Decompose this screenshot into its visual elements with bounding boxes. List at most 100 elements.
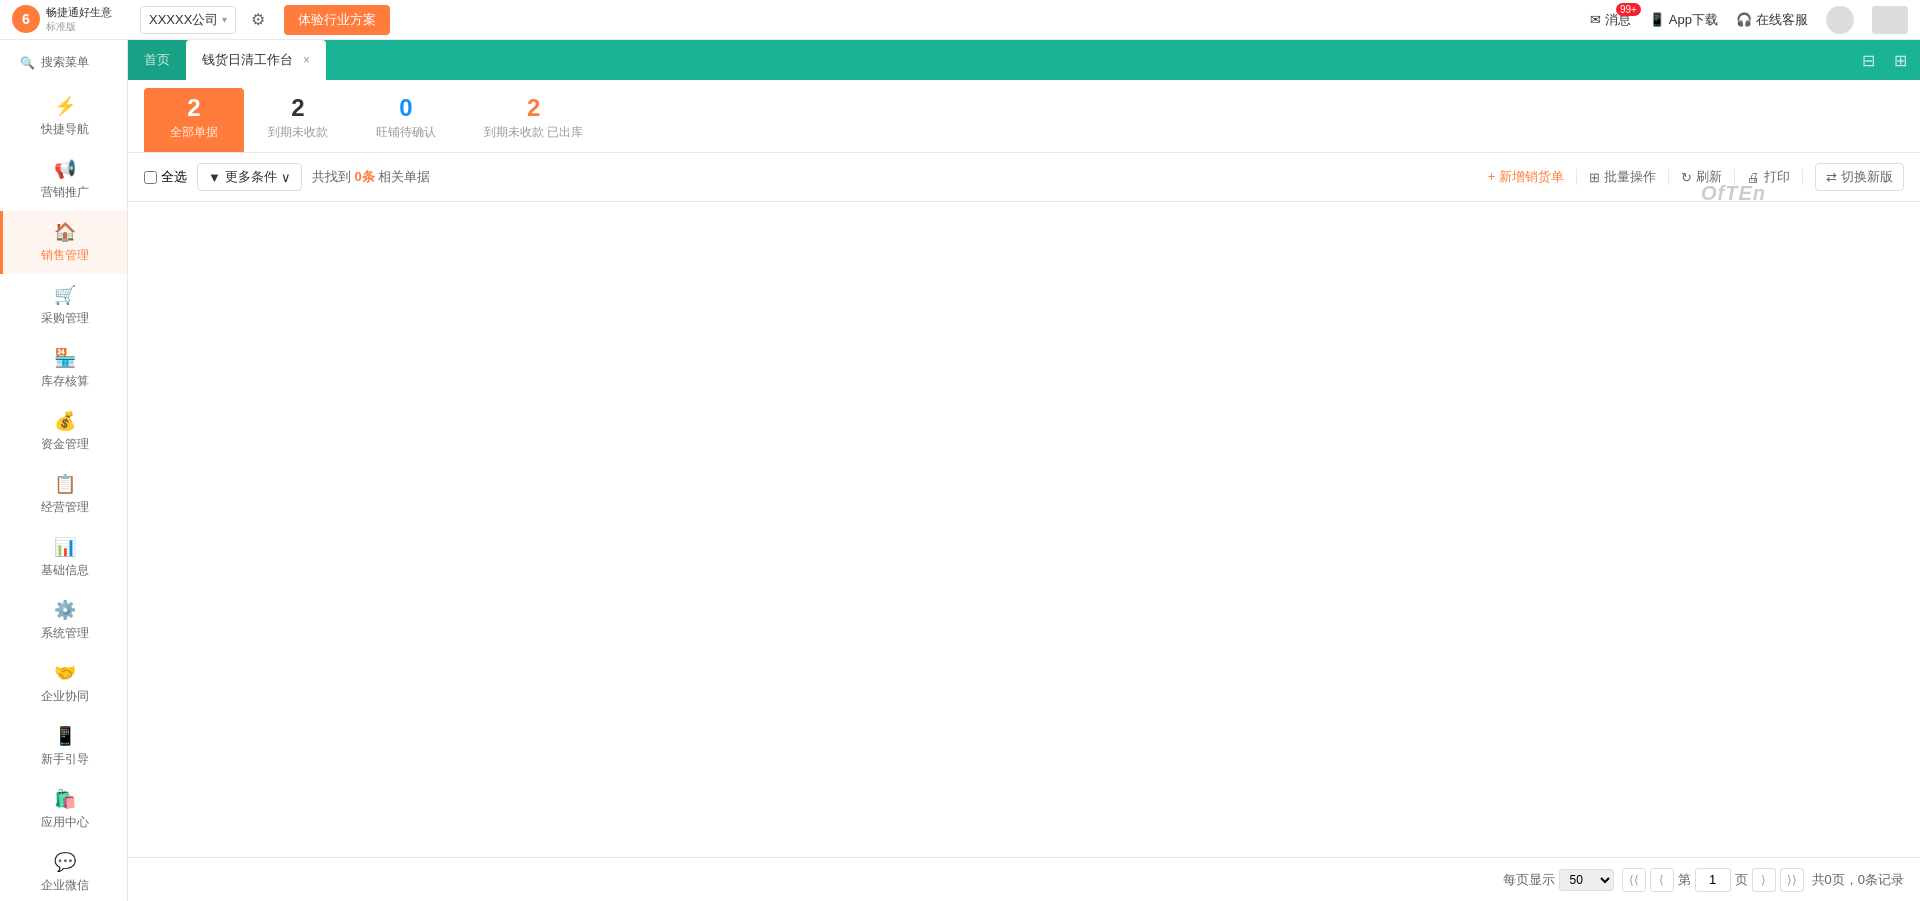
tab-home-label: 首页 bbox=[144, 51, 170, 69]
tab-maximize-button[interactable]: ⊞ bbox=[1888, 48, 1912, 72]
sales-icon: 🏠 bbox=[54, 221, 76, 243]
sidebar: 🔍 搜索菜单 ⚡ 快捷导航 📢 营销推广 🏠 销售管理 🛒 采购管理 🏪 库存核… bbox=[0, 40, 128, 901]
experience-button[interactable]: 体验行业方案 bbox=[284, 5, 390, 35]
avatar[interactable] bbox=[1826, 6, 1854, 34]
stats-tabs: 2 全部单据 2 到期未收款 0 旺铺待确认 2 到期未收款 已出库 bbox=[128, 80, 1920, 153]
tab-close-button[interactable]: × bbox=[303, 53, 310, 67]
result-info: 共找到 0条 相关单据 bbox=[312, 168, 430, 186]
filter-icon: ▼ bbox=[208, 170, 221, 185]
page-nav: ⟨⟨ ⟨ 第 页 ⟩ ⟩⟩ bbox=[1622, 868, 1804, 892]
app-center-icon: 🛍️ bbox=[54, 788, 76, 810]
checkbox-input[interactable] bbox=[144, 171, 157, 184]
sidebar-item-label: 采购管理 bbox=[41, 310, 89, 327]
print-label: 打印 bbox=[1764, 168, 1790, 186]
settings-button[interactable]: ⚙ bbox=[244, 6, 272, 34]
page-size-selector: 每页显示 50 100 200 bbox=[1503, 869, 1614, 891]
table-area bbox=[128, 202, 1920, 857]
operations-icon: 📋 bbox=[54, 473, 76, 495]
sidebar-item-wechat[interactable]: 💬 企业微信 bbox=[0, 841, 127, 901]
sidebar-item-label: 系统管理 bbox=[41, 625, 89, 642]
batch-operation-button[interactable]: ⊞ 批量操作 bbox=[1589, 168, 1656, 186]
sidebar-item-app-center[interactable]: 🛍️ 应用中心 bbox=[0, 778, 127, 841]
marketing-icon: 📢 bbox=[54, 158, 76, 180]
stat-num-overdue: 2 bbox=[291, 96, 304, 120]
sidebar-item-purchase[interactable]: 🛒 采购管理 bbox=[0, 274, 127, 337]
sidebar-item-label: 销售管理 bbox=[41, 247, 89, 264]
divider4 bbox=[1802, 169, 1803, 185]
chevron-down-icon: ▾ bbox=[222, 14, 227, 25]
sidebar-item-quick-nav[interactable]: ⚡ 快捷导航 bbox=[0, 85, 127, 148]
header-right: ✉ 消息 99+ 📱 App下载 🎧 在线客服 bbox=[1590, 6, 1908, 34]
refresh-icon: ↻ bbox=[1681, 170, 1692, 185]
switch-version-button[interactable]: ⇄ 切换新版 bbox=[1815, 163, 1904, 191]
sidebar-item-newbie[interactable]: 📱 新手引导 bbox=[0, 715, 127, 778]
company-name: XXXXX公司 bbox=[149, 11, 218, 29]
tab-bar-actions: ⊟ ⊞ bbox=[1848, 48, 1920, 72]
next-page-button[interactable]: ⟩ bbox=[1752, 868, 1776, 892]
sidebar-item-finance[interactable]: 💰 资金管理 bbox=[0, 400, 127, 463]
user-menu[interactable] bbox=[1872, 6, 1908, 34]
sidebar-item-sales[interactable]: 🏠 销售管理 bbox=[0, 211, 127, 274]
stat-tab-overdue[interactable]: 2 到期未收款 bbox=[244, 88, 352, 152]
finance-icon: 💰 bbox=[54, 410, 76, 432]
page-label: 第 bbox=[1678, 871, 1691, 889]
sidebar-item-label: 库存核算 bbox=[41, 373, 89, 390]
page-input[interactable] bbox=[1695, 868, 1731, 892]
page-size-select[interactable]: 50 100 200 bbox=[1559, 869, 1614, 891]
headset-icon: 🎧 bbox=[1736, 12, 1752, 27]
pagination: 每页显示 50 100 200 ⟨⟨ ⟨ 第 页 ⟩ ⟩⟩ 共0页，0条 bbox=[128, 857, 1920, 901]
sidebar-item-marketing[interactable]: 📢 营销推广 bbox=[0, 148, 127, 211]
main-layout: 🔍 搜索菜单 ⚡ 快捷导航 📢 营销推广 🏠 销售管理 🛒 采购管理 🏪 库存核… bbox=[0, 40, 1920, 901]
stat-tab-all[interactable]: 2 全部单据 bbox=[144, 88, 244, 152]
sidebar-item-label: 快捷导航 bbox=[41, 121, 89, 138]
prev-page-button[interactable]: ⟨ bbox=[1650, 868, 1674, 892]
batch-icon: ⊞ bbox=[1589, 170, 1600, 185]
chevron-down-icon: ∨ bbox=[281, 170, 291, 185]
online-service-button[interactable]: 🎧 在线客服 bbox=[1736, 11, 1808, 29]
search-icon: 🔍 bbox=[20, 56, 35, 70]
toolbar: 全选 ▼ 更多条件 ∨ 共找到 0条 相关单据 + 新增销货单 bbox=[128, 153, 1920, 202]
online-service-label: 在线客服 bbox=[1756, 11, 1808, 29]
sidebar-item-enterprise[interactable]: 🤝 企业协同 bbox=[0, 652, 127, 715]
divider bbox=[1576, 169, 1577, 185]
logo-icon: 6 bbox=[12, 5, 40, 33]
wechat-icon: 💬 bbox=[54, 851, 76, 873]
system-icon: ⚙️ bbox=[54, 599, 76, 621]
inventory-icon: 🏪 bbox=[54, 347, 76, 369]
first-page-button[interactable]: ⟨⟨ bbox=[1622, 868, 1646, 892]
sidebar-item-basic-info[interactable]: 📊 基础信息 bbox=[0, 526, 127, 589]
sidebar-item-label: 营销推广 bbox=[41, 184, 89, 201]
tab-home[interactable]: 首页 bbox=[128, 40, 186, 80]
watermark-text: OfTEn bbox=[1701, 182, 1766, 205]
message-button[interactable]: ✉ 消息 99+ bbox=[1590, 11, 1631, 29]
select-all-checkbox[interactable]: 全选 bbox=[144, 168, 187, 186]
batch-label: 批量操作 bbox=[1604, 168, 1656, 186]
filter-button[interactable]: ▼ 更多条件 ∨ bbox=[197, 163, 302, 191]
switch-label: 切换新版 bbox=[1841, 168, 1893, 186]
add-sales-order-button[interactable]: + 新增销货单 bbox=[1488, 168, 1564, 186]
search-menu-button[interactable]: 🔍 搜索菜单 bbox=[12, 48, 115, 77]
page-size-label: 每页显示 bbox=[1503, 871, 1555, 889]
last-page-button[interactable]: ⟩⟩ bbox=[1780, 868, 1804, 892]
app-download-button[interactable]: 📱 App下载 bbox=[1649, 11, 1718, 29]
stat-tab-pending[interactable]: 0 旺铺待确认 bbox=[352, 88, 460, 152]
sidebar-item-system[interactable]: ⚙️ 系统管理 bbox=[0, 589, 127, 652]
sidebar-item-label: 新手引导 bbox=[41, 751, 89, 768]
sidebar-item-operations[interactable]: 📋 经营管理 bbox=[0, 463, 127, 526]
logo-area: 6 畅捷通好生意 标准版 bbox=[12, 5, 140, 33]
stat-label-overdue-out: 到期未收款 已出库 bbox=[484, 124, 583, 141]
app-download-label: App下载 bbox=[1669, 11, 1718, 29]
stat-tab-overdue-out[interactable]: 2 到期未收款 已出库 bbox=[460, 88, 607, 152]
filter-label: 更多条件 bbox=[225, 168, 277, 186]
enterprise-icon: 🤝 bbox=[54, 662, 76, 684]
toolbar-right: + 新增销货单 ⊞ 批量操作 ↻ 刷新 🖨 打印 bbox=[1488, 163, 1904, 191]
tab-bar: 首页 钱货日清工作台 × ⊟ ⊞ bbox=[128, 40, 1920, 80]
sidebar-item-inventory[interactable]: 🏪 库存核算 bbox=[0, 337, 127, 400]
company-selector[interactable]: XXXXX公司 ▾ bbox=[140, 6, 236, 34]
quick-nav-icon: ⚡ bbox=[54, 95, 76, 117]
tab-active-label: 钱货日清工作台 bbox=[202, 51, 293, 69]
tab-active[interactable]: 钱货日清工作台 × bbox=[186, 40, 326, 80]
newbie-icon: 📱 bbox=[54, 725, 76, 747]
result-prefix: 共找到 bbox=[312, 169, 351, 184]
tab-minimize-button[interactable]: ⊟ bbox=[1856, 48, 1880, 72]
